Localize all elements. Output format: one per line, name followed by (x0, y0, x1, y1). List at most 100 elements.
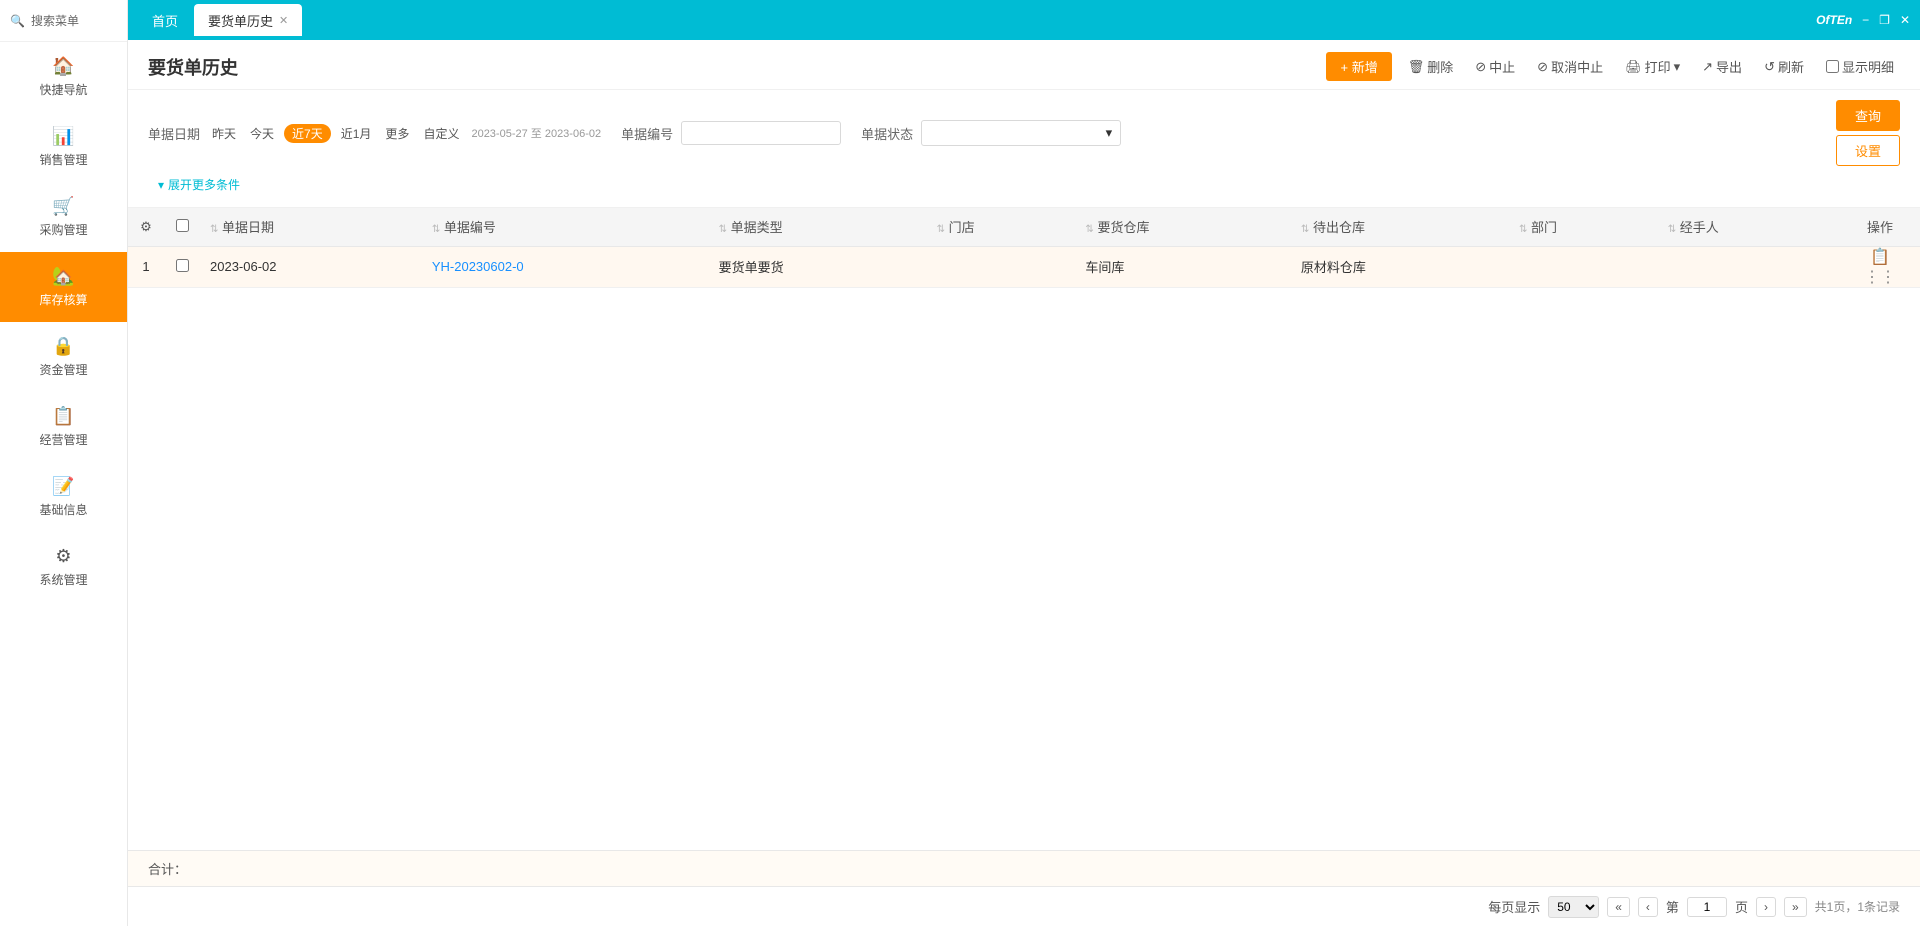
td-store (927, 246, 1076, 287)
date-opt-today[interactable]: 今天 (246, 124, 278, 143)
date-opt-1month[interactable]: 近1月 (337, 124, 376, 143)
sidebar-item-finance[interactable]: 🔒 资金管理 (0, 322, 127, 392)
date-opt-more[interactable]: 更多 (381, 124, 413, 143)
date-range-display: 2023-05-27 至 2023-06-02 (471, 125, 601, 141)
sidebar-item-operations[interactable]: 📋 经营管理 (0, 392, 127, 462)
print-icon: 🖨 (1625, 59, 1642, 75)
select-all-checkbox[interactable] (176, 219, 189, 232)
page-size-label: 每页显示 (1488, 897, 1540, 916)
sidebar-item-purchase[interactable]: 🛒 采购管理 (0, 182, 127, 252)
sidebar-search-label: 搜索菜单 (31, 12, 79, 29)
expand-row: ▾ 展开更多条件 (148, 166, 1900, 197)
date-opt-7days[interactable]: 近7天 (284, 124, 331, 143)
filter-actions: 查询 设置 (1836, 100, 1900, 166)
row-req-warehouse: 车间库 (1085, 260, 1124, 275)
gear-icon: ⚙ (55, 546, 71, 567)
stop-button[interactable]: ⊘ 中止 (1469, 53, 1521, 80)
main-area: 首页 要货单历史 ✕ OfTEn − ❐ ✕ 要货单历史 + 新增 🗑 删除 (128, 0, 1920, 926)
search-icon: 🔍 (10, 14, 25, 28)
cancel-stop-button[interactable]: ⊘ 取消中止 (1531, 53, 1609, 80)
settings-icon[interactable]: ⚙ (140, 219, 152, 234)
first-page-button[interactable]: « (1607, 897, 1630, 917)
date-filter-label: 单据日期 (148, 124, 200, 143)
doc-status-filter-group: 单据状态 ▾ (861, 120, 1121, 146)
sidebar-item-sales[interactable]: 📊 销售管理 (0, 112, 127, 182)
th-doc-no: ⇅ 单据编号 (422, 208, 709, 246)
tab-close-icon[interactable]: ✕ (279, 14, 288, 27)
query-button[interactable]: 查询 (1836, 100, 1900, 131)
doc-no-label: 单据编号 (621, 124, 673, 143)
sidebar-item-label: 基础信息 (39, 501, 87, 518)
close-button[interactable]: ✕ (1900, 13, 1910, 27)
row-doc-type: 要货单要货 (719, 260, 784, 275)
show-detail-checkbox[interactable] (1826, 60, 1839, 73)
delete-button[interactable]: 🗑 删除 (1402, 53, 1460, 80)
delete-icon: 🗑 (1408, 59, 1425, 75)
table-body: 1 2023-06-02 YH-20230602-0 要货单要货 (128, 246, 1920, 287)
setting-button[interactable]: 设置 (1836, 135, 1900, 166)
minimize-button[interactable]: − (1862, 13, 1869, 27)
new-button-label: + 新增 (1340, 57, 1377, 76)
table-wrapper: ⚙ ⇅ 单据日期 ⇅ 单据编号 (128, 208, 1920, 850)
page-size-select[interactable]: 50 10 20 100 (1548, 896, 1599, 918)
sidebar: 🔍 搜索菜单 🏠 快捷导航 📊 销售管理 🛒 采购管理 🏡 库存核算 🔒 资金管… (0, 0, 128, 926)
prev-page-button[interactable]: ‹ (1638, 897, 1658, 917)
print-button[interactable]: 🖨 打印 ▾ (1619, 53, 1686, 80)
sort-icon-doc-no: ⇅ (432, 224, 440, 235)
content-area: 要货单历史 + 新增 🗑 删除 ⊘ 中止 ⊘ 取消中止 🖨 (128, 40, 1920, 926)
restore-button[interactable]: ❐ (1879, 13, 1890, 27)
sidebar-item-basic[interactable]: 📝 基础信息 (0, 462, 127, 532)
export-button[interactable]: ↗ 导出 (1696, 53, 1748, 80)
td-doc-type: 要货单要货 (709, 246, 927, 287)
tab-home[interactable]: 首页 (138, 4, 192, 36)
doc-no-input[interactable] (681, 121, 841, 145)
sidebar-item-quick-nav[interactable]: 🏠 快捷导航 (0, 42, 127, 112)
export-icon: ↗ (1702, 59, 1713, 75)
data-table: ⚙ ⇅ 单据日期 ⇅ 单据编号 (128, 208, 1920, 288)
pagination: 每页显示 50 10 20 100 « ‹ 第 页 › » 共1页，1条记录 (128, 886, 1920, 926)
chevron-down-icon: ▾ (1106, 125, 1113, 141)
show-detail-toggle[interactable]: 显示明细 (1820, 53, 1900, 80)
sidebar-item-inventory[interactable]: 🏡 库存核算 (0, 252, 127, 322)
th-date-label: 单据日期 (222, 220, 274, 235)
expand-label: 展开更多条件 (168, 176, 240, 193)
expand-down-icon: ▾ (158, 178, 164, 192)
row-more-icon[interactable]: ⋮⋮ (1862, 267, 1898, 288)
row-edit-icon[interactable]: 📋 (1868, 247, 1892, 268)
doc-status-select-wrapper: ▾ (921, 120, 1121, 146)
sidebar-item-system[interactable]: ⚙ 系统管理 (0, 532, 127, 602)
date-opt-yesterday[interactable]: 昨天 (208, 124, 240, 143)
tab-home-label: 首页 (152, 11, 178, 30)
table-footer: 合计： (128, 850, 1920, 886)
stop-button-label: 中止 (1489, 57, 1515, 76)
sidebar-search[interactable]: 🔍 搜索菜单 (0, 0, 127, 42)
th-req-warehouse: ⇅ 要货仓库 (1075, 208, 1291, 246)
th-store-label: 门店 (949, 220, 975, 235)
next-page-button[interactable]: › (1756, 897, 1776, 917)
th-doc-type-label: 单据类型 (731, 220, 783, 235)
tab-order-history-label: 要货单历史 (208, 11, 273, 30)
last-page-button[interactable]: » (1784, 897, 1807, 917)
row-checkbox[interactable] (176, 259, 189, 272)
tab-order-history[interactable]: 要货单历史 ✕ (194, 4, 302, 36)
row-doc-no-link[interactable]: YH-20230602-0 (432, 259, 524, 274)
cart-icon: 🛒 (52, 196, 74, 217)
td-pending-warehouse: 原材料仓库 (1291, 246, 1509, 287)
filter-row: 单据日期 昨天 今天 近7天 近1月 更多 自定义 2023-05-27 至 2… (148, 100, 1900, 166)
chart-icon: 📊 (52, 126, 74, 147)
date-opt-custom[interactable]: 自定义 (419, 124, 463, 143)
page-header: 要货单历史 + 新增 🗑 删除 ⊘ 中止 ⊘ 取消中止 🖨 (128, 40, 1920, 90)
sidebar-item-label: 销售管理 (39, 151, 87, 168)
sort-icon-handler: ⇅ (1668, 224, 1676, 235)
doc-icon: 📝 (52, 476, 74, 497)
new-button[interactable]: + 新增 (1326, 52, 1391, 81)
page-number-input[interactable] (1687, 897, 1727, 917)
refresh-button-label: 刷新 (1778, 57, 1804, 76)
doc-status-input[interactable] (930, 126, 1105, 140)
sidebar-item-label: 资金管理 (39, 361, 87, 378)
expand-button[interactable]: ▾ 展开更多条件 (148, 172, 250, 197)
sidebar-item-label: 经营管理 (39, 431, 87, 448)
warehouse-icon: 🏡 (52, 266, 74, 287)
refresh-button[interactable]: ↺ 刷新 (1758, 53, 1810, 80)
row-pending-warehouse: 原材料仓库 (1301, 260, 1366, 275)
